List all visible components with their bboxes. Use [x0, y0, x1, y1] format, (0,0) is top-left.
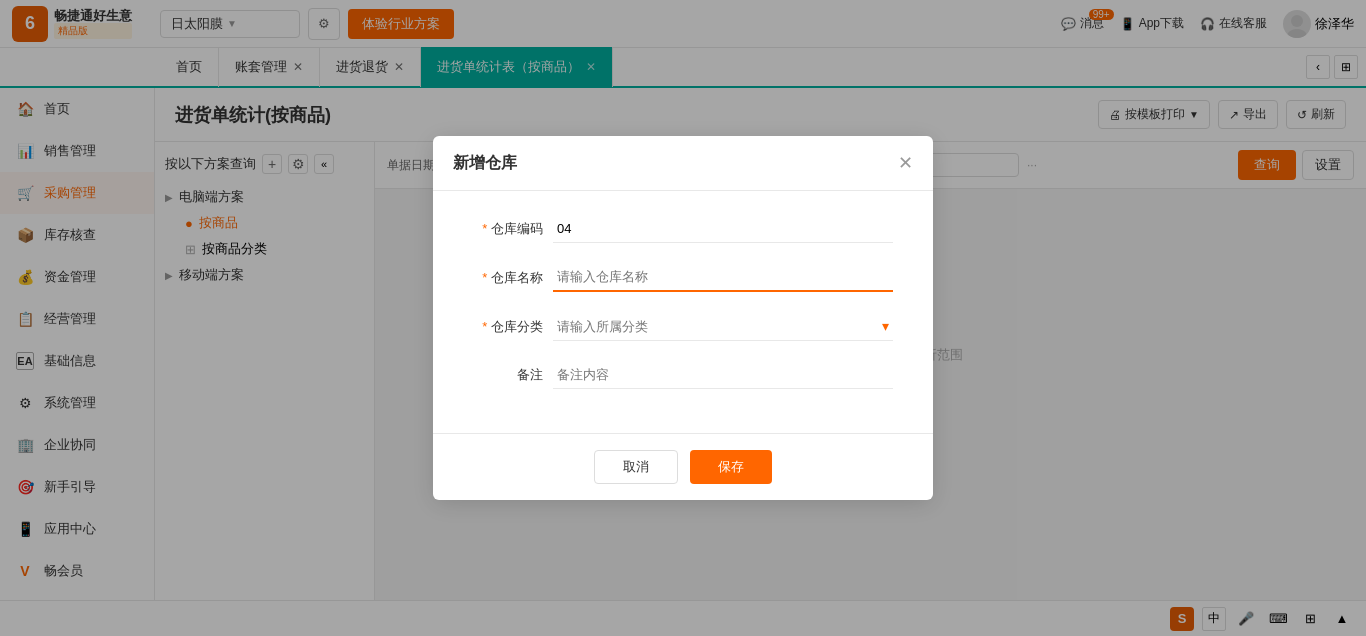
warehouse-name-input[interactable] — [553, 263, 893, 292]
save-button[interactable]: 保存 — [690, 450, 772, 484]
remark-label: 备注 — [473, 366, 553, 384]
modal-body: * 仓库编码 * 仓库名称 * 仓库分类 — [433, 191, 933, 433]
warehouse-code-input[interactable] — [553, 215, 893, 243]
category-dropdown-arrow: ▾ — [882, 318, 889, 334]
modal-title: 新增仓库 — [453, 153, 517, 174]
form-row-category: * 仓库分类 ▾ — [473, 312, 893, 341]
required-star-code: * — [482, 221, 487, 236]
modal-header: 新增仓库 ✕ — [433, 136, 933, 191]
category-select-wrap[interactable]: ▾ — [553, 312, 893, 341]
category-label: * 仓库分类 — [473, 318, 553, 336]
name-label: * 仓库名称 — [473, 269, 553, 287]
cancel-button[interactable]: 取消 — [594, 450, 678, 484]
modal-footer: 取消 保存 — [433, 433, 933, 500]
modal-overlay[interactable]: 新增仓库 ✕ * 仓库编码 * 仓库名称 — [0, 0, 1366, 636]
form-row-code: * 仓库编码 — [473, 215, 893, 243]
required-star-category: * — [482, 319, 487, 334]
add-warehouse-modal: 新增仓库 ✕ * 仓库编码 * 仓库名称 — [433, 136, 933, 500]
modal-close-button[interactable]: ✕ — [898, 152, 913, 174]
remark-input[interactable] — [553, 361, 893, 389]
form-row-remark: 备注 — [473, 361, 893, 389]
form-row-name: * 仓库名称 — [473, 263, 893, 292]
required-star-name: * — [482, 270, 487, 285]
category-input[interactable] — [557, 319, 882, 334]
code-label: * 仓库编码 — [473, 220, 553, 238]
